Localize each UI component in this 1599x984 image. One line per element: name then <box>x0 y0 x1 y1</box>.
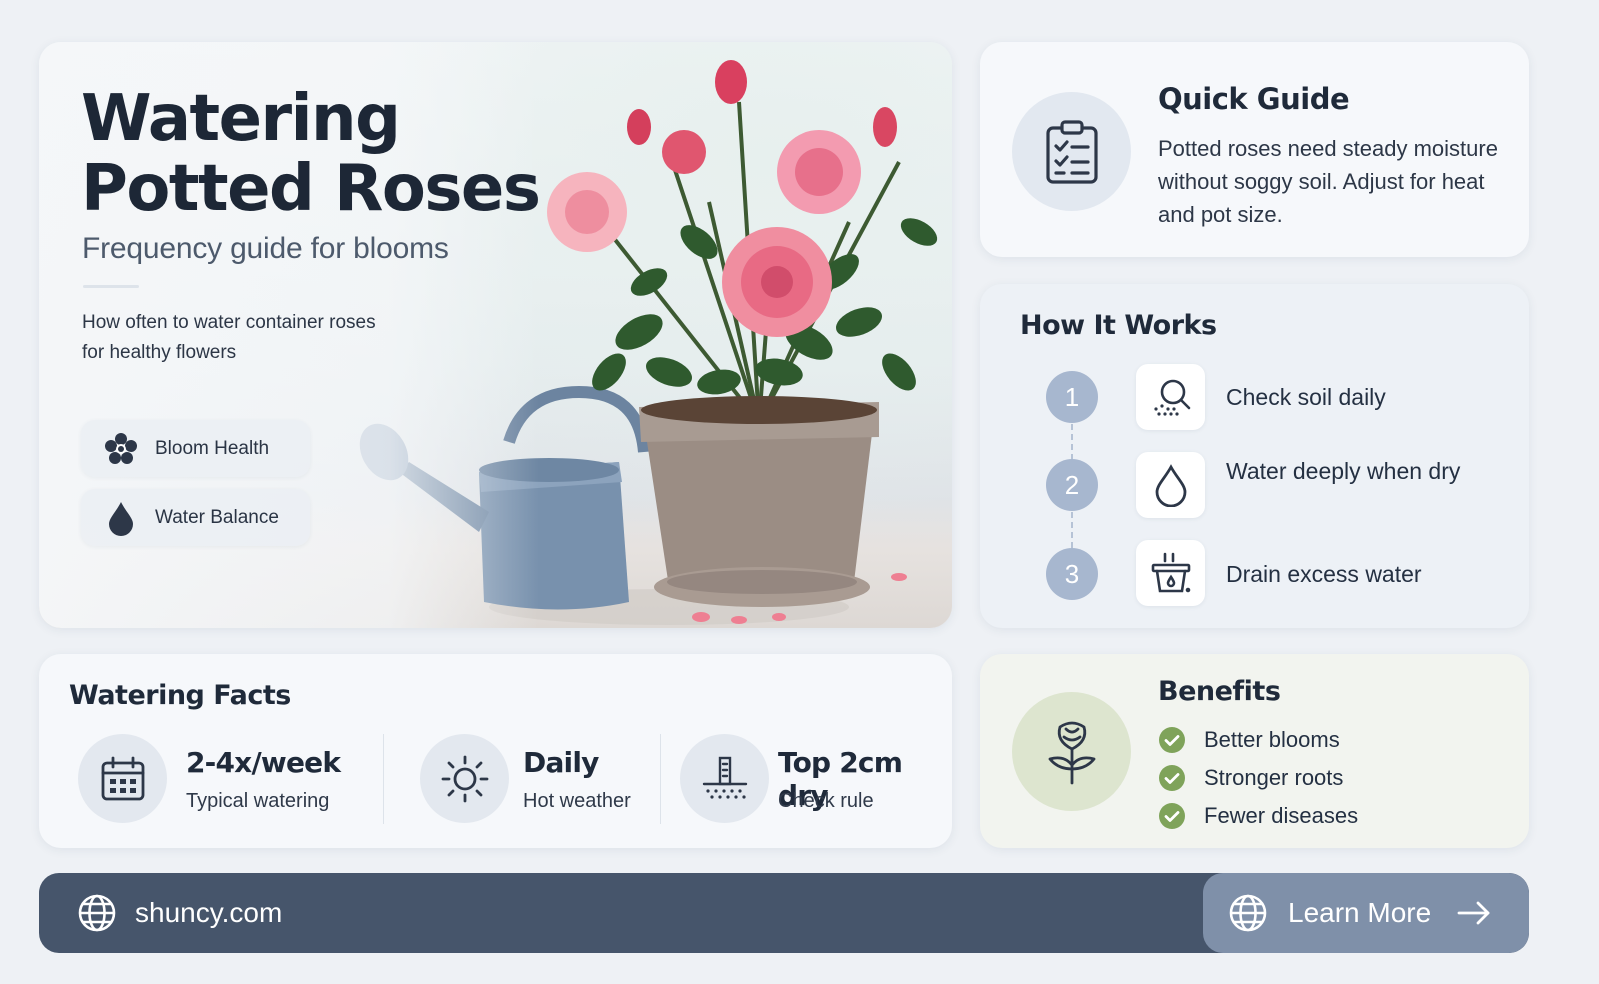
arrow-right-icon <box>1457 901 1490 925</box>
hero-title: Watering Potted Roses <box>81 82 541 226</box>
benefit-item: Stronger roots <box>1158 764 1343 792</box>
fact-label: Typical watering <box>186 790 330 812</box>
site-label: shuncy.com <box>135 897 283 928</box>
clipboard-checklist-icon <box>1012 92 1131 211</box>
check-icon <box>1159 727 1185 753</box>
rose-icon <box>1012 692 1131 811</box>
fact-value: 2-4x/week <box>186 746 341 779</box>
fact-label: Check rule <box>778 790 874 812</box>
fact-divider <box>383 734 384 824</box>
hero-card: Watering Potted Roses Frequency guide fo… <box>39 42 952 628</box>
benefits-card: Benefits Better blooms Stronger roots Fe… <box>980 654 1529 848</box>
chip-label: Water Balance <box>155 506 279 528</box>
step-label: Check soil daily <box>1226 384 1386 410</box>
pot-image <box>639 396 879 607</box>
footer-bar: shuncy.com Learn More <box>39 873 1529 953</box>
chip-label: Bloom Health <box>155 437 270 459</box>
water-drop-icon <box>103 500 139 536</box>
benefit-item: Fewer diseases <box>1158 802 1358 830</box>
chip-water-balance[interactable]: Water Balance <box>81 489 310 546</box>
benefits-title: Benefits <box>1158 676 1281 707</box>
learn-more-button[interactable]: Learn More <box>1203 873 1529 953</box>
soil-depth-icon <box>680 734 769 823</box>
benefit-label: Fewer diseases <box>1204 803 1359 828</box>
learn-more-label: Learn More <box>1288 897 1432 928</box>
check-icon <box>1159 765 1185 791</box>
check-icon <box>1159 803 1185 829</box>
step-number: 3 <box>1046 548 1098 600</box>
quick-guide-body: Potted roses need steady moisture withou… <box>1158 136 1498 227</box>
step-label: Water deeply when dry <box>1226 458 1461 484</box>
step-number: 2 <box>1046 459 1098 511</box>
step-label: Drain excess water <box>1226 561 1422 587</box>
hero-divider <box>83 285 139 288</box>
hero-subtitle: Frequency guide for blooms <box>82 232 449 265</box>
globe-icon <box>1229 894 1267 932</box>
benefit-label: Better blooms <box>1204 727 1340 752</box>
globe-icon <box>78 894 116 932</box>
chip-bloom-health[interactable]: Bloom Health <box>81 420 310 477</box>
step-connector <box>1071 424 1073 460</box>
fact-divider <box>660 734 661 824</box>
step-connector <box>1071 512 1073 548</box>
quick-guide-card: Quick Guide Potted roses need steady moi… <box>980 42 1529 257</box>
calendar-icon <box>78 734 167 823</box>
sun-icon <box>420 734 509 823</box>
water-drop-icon <box>1136 452 1205 518</box>
watering-facts-title: Watering Facts <box>69 680 291 711</box>
benefit-item: Better blooms <box>1158 726 1340 754</box>
draining-pot-icon <box>1136 540 1205 606</box>
soil-magnifier-icon <box>1136 364 1205 430</box>
step-number: 1 <box>1046 371 1098 423</box>
flower-icon <box>103 431 139 467</box>
how-it-works-title: How It Works <box>1020 310 1217 341</box>
hero-description: How often to water container roses for h… <box>82 312 376 363</box>
quick-guide-title: Quick Guide <box>1158 82 1350 116</box>
fact-label: Hot weather <box>523 790 631 812</box>
site-link[interactable]: shuncy.com <box>77 893 282 933</box>
fact-value: Daily <box>523 746 599 779</box>
how-it-works-card: How It Works 1 Check soil daily 2 Water … <box>980 284 1529 628</box>
watering-facts-card: Watering Facts 2-4x/week Typical waterin… <box>39 654 952 848</box>
benefit-label: Stronger roots <box>1204 765 1344 790</box>
